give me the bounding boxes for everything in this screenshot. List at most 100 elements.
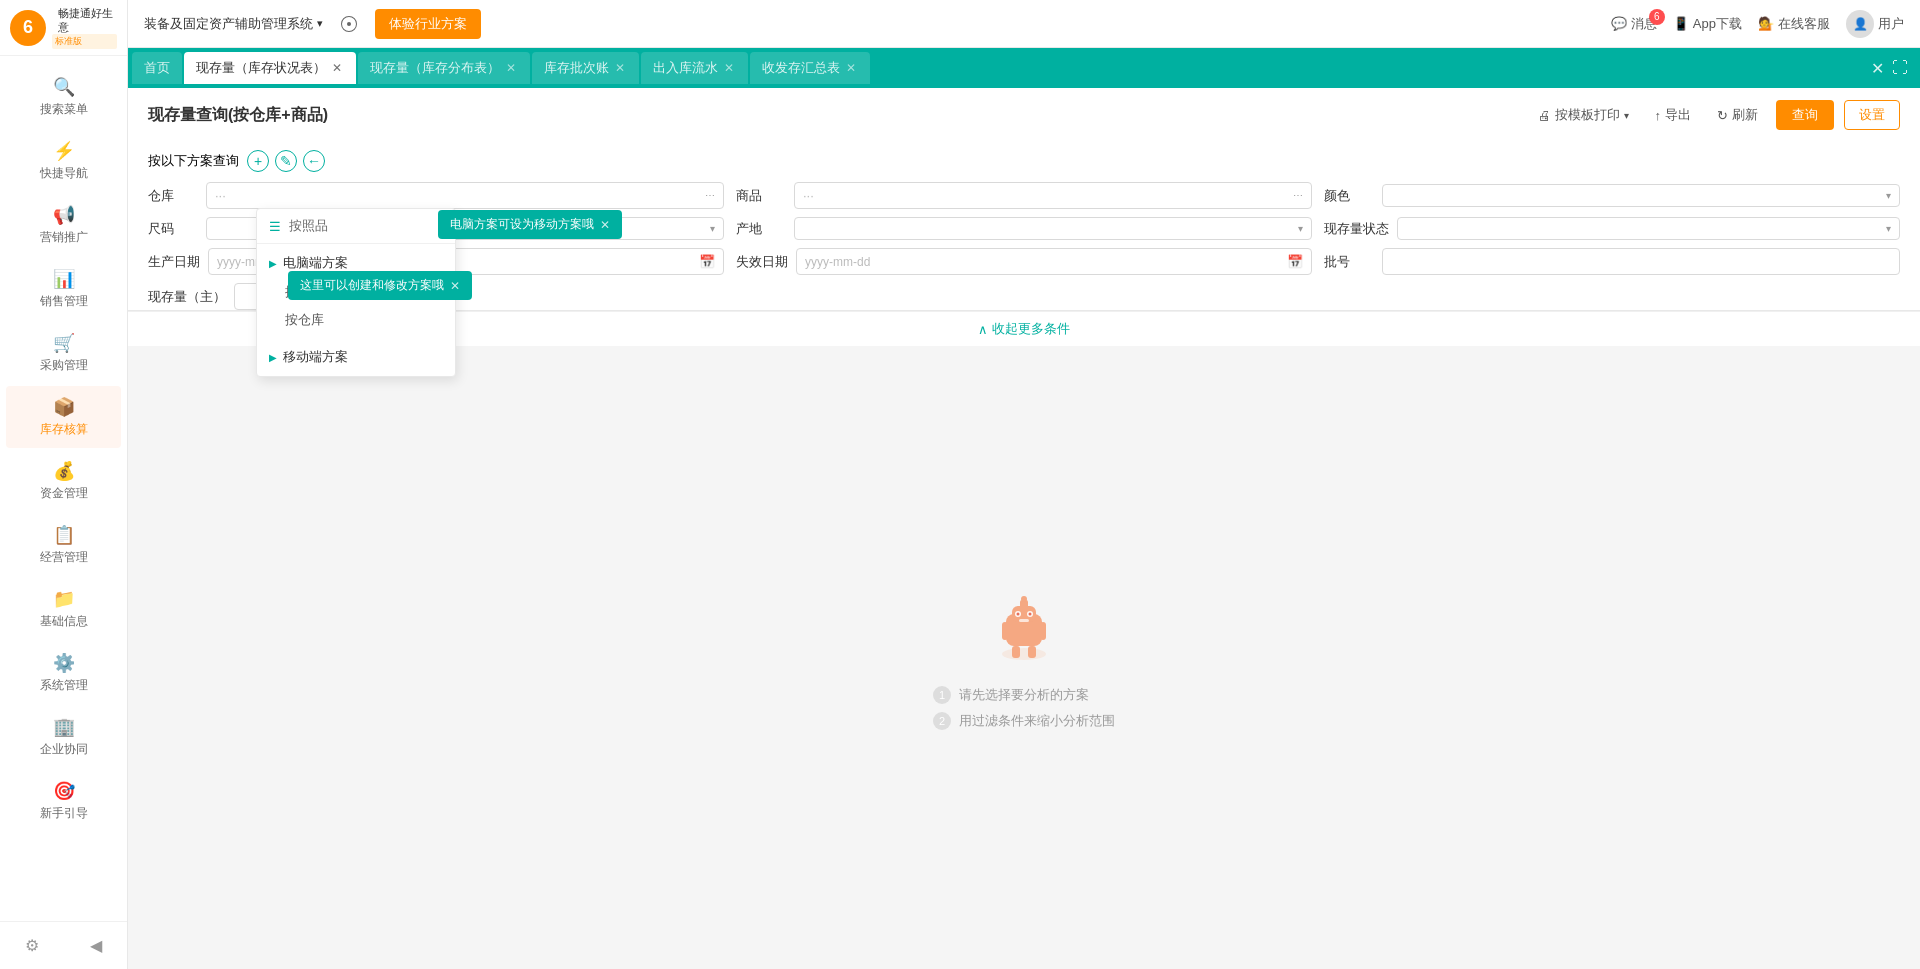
export-btn[interactable]: ↑ 导出 (1647, 102, 1700, 128)
sidebar-item-newbie[interactable]: 🎯 新手引导 (6, 770, 121, 832)
settings-button[interactable]: 设置 (1844, 100, 1900, 130)
tooltip-scheme-edit: 这里可以创建和修改方案哦 ✕ (288, 271, 472, 300)
step-2-text: 用过滤条件来缩小分析范围 (959, 712, 1115, 730)
sidebar: 6 畅捷通好生意 标准版 🔍 搜索菜单 ⚡ 快捷导航 📢 营销推广 📊 销售管理… (0, 0, 128, 969)
goods-select-arrow: ⋯ (1293, 190, 1303, 201)
scheme-group-mobile-toggle[interactable]: ▶ 移动端方案 (257, 342, 455, 372)
sidebar-item-purchase[interactable]: 🛒 采购管理 (6, 322, 121, 384)
filter-field-color: 颜色 ▾ (1324, 184, 1900, 207)
stock-status-select[interactable]: ▾ (1397, 217, 1900, 240)
scheme-expand-icon-mobile: ▶ (269, 352, 277, 363)
sidebar-item-operations[interactable]: 📋 经营管理 (6, 514, 121, 576)
expiry-date-input[interactable]: yyyy-mm-dd 📅 (796, 248, 1312, 275)
app-label: App下载 (1693, 15, 1742, 33)
sidebar-item-search[interactable]: 🔍 搜索菜单 (6, 66, 121, 128)
refresh-label: 刷新 (1732, 106, 1758, 124)
tab-inventory-dist-close[interactable]: ✕ (504, 61, 518, 75)
sidebar-item-basic[interactable]: 📁 基础信息 (6, 578, 121, 640)
avatar-icon: 👤 (1853, 17, 1868, 31)
main-container: 装备及固定资产辅助管理系统 ▾ 体验行业方案 💬 消息 6 📱 App下载 💁 … (128, 0, 1920, 969)
tab-inout-flow[interactable]: 出入库流水 ✕ (641, 52, 748, 84)
tooltip-scheme-edit-close[interactable]: ✕ (450, 279, 460, 293)
svg-point-0 (1002, 648, 1046, 660)
batch-input[interactable] (1382, 248, 1900, 275)
color-select-arrow: ▾ (1886, 190, 1891, 201)
svg-rect-11 (1028, 646, 1036, 658)
message-btn[interactable]: 💬 消息 6 (1611, 15, 1657, 33)
sidebar-item-system[interactable]: ⚙️ 系统管理 (6, 642, 121, 704)
collapse-sidebar-btn[interactable]: ◀ (86, 932, 106, 959)
tab-inventory-batch-close[interactable]: ✕ (613, 61, 627, 75)
sidebar-label-sales: 销售管理 (40, 293, 88, 310)
tab-close-all-btn[interactable]: ✕ (1871, 59, 1884, 78)
sidebar-item-finance[interactable]: 💰 资金管理 (6, 450, 121, 512)
tooltip-scheme-mobile-text: 电脑方案可设为移动方案哦 (450, 216, 594, 233)
tab-inventory-dist[interactable]: 现存量（库存分布表） ✕ (358, 52, 530, 84)
scheme-expand-icon-pc: ▶ (269, 258, 277, 269)
sidebar-item-enterprise[interactable]: 🏢 企业协同 (6, 706, 121, 768)
tab-fullscreen-btn[interactable]: ⛶ (1892, 59, 1908, 77)
empty-illustration (984, 586, 1064, 666)
back-scheme-btn[interactable]: ← (303, 150, 325, 172)
tab-bar-right: ✕ ⛶ (1871, 59, 1916, 78)
sidebar-item-guide[interactable]: ⚡ 快捷导航 (6, 130, 121, 192)
logo-icon: 6 (10, 10, 46, 46)
guide-icon: ⚡ (53, 140, 75, 162)
print-dropdown-icon: ▾ (1624, 110, 1629, 121)
svg-rect-7 (1019, 619, 1029, 622)
warehouse-select[interactable]: ··· ⋯ (206, 182, 724, 209)
sidebar-footer: ⚙ ◀ (0, 921, 127, 969)
calendar-icon-prod: 📅 (699, 254, 715, 269)
search-icon: 🔍 (53, 76, 75, 98)
system-title: 装备及固定资产辅助管理系统 (144, 15, 313, 33)
size-label: 尺码 (148, 220, 198, 238)
logo-badge: 标准版 (52, 34, 117, 49)
export-icon: ↑ (1655, 108, 1662, 123)
tab-receipt-summary[interactable]: 收发存汇总表 ✕ (750, 52, 870, 84)
color-select[interactable]: ▾ (1382, 184, 1900, 207)
user-btn[interactable]: 👤 用户 (1846, 10, 1904, 38)
tooltip-scheme-edit-text: 这里可以创建和修改方案哦 (300, 277, 444, 294)
svg-rect-8 (1002, 622, 1008, 640)
tooltip-scheme-mobile-close[interactable]: ✕ (600, 218, 610, 232)
marketing-icon: 📢 (53, 204, 75, 226)
svg-rect-10 (1012, 646, 1020, 658)
basic-icon: 📁 (53, 588, 75, 610)
tab-inventory-batch[interactable]: 库存批次账 ✕ (532, 52, 639, 84)
industry-plan-button[interactable]: 体验行业方案 (375, 9, 481, 39)
scheme-item-by-warehouse[interactable]: 按仓库 (257, 306, 455, 334)
logo-area: 6 畅捷通好生意 标准版 (0, 0, 127, 56)
tab-inventory-status-close[interactable]: ✕ (330, 61, 344, 75)
tab-inventory-batch-label: 库存批次账 (544, 59, 609, 77)
warehouse-select-arrow: ⋯ (705, 190, 715, 201)
sidebar-item-sales[interactable]: 📊 销售管理 (6, 258, 121, 320)
settings-gear-btn[interactable] (335, 10, 363, 38)
sidebar-label-marketing: 营销推广 (40, 229, 88, 246)
refresh-btn[interactable]: ↻ 刷新 (1709, 102, 1766, 128)
expiry-date-placeholder: yyyy-mm-dd (805, 255, 870, 269)
sidebar-item-inventory[interactable]: 📦 库存核算 (6, 386, 121, 448)
online-service-btn[interactable]: 💁 在线客服 (1758, 15, 1830, 33)
print-btn[interactable]: 🖨 按模板打印 ▾ (1530, 102, 1637, 128)
service-icon: 💁 (1758, 16, 1774, 31)
newbie-icon: 🎯 (53, 780, 75, 802)
tab-inout-flow-close[interactable]: ✕ (722, 61, 736, 75)
sidebar-nav: 🔍 搜索菜单 ⚡ 快捷导航 📢 营销推广 📊 销售管理 🛒 采购管理 📦 库存核… (0, 56, 127, 921)
add-scheme-btn[interactable]: + (247, 150, 269, 172)
user-avatar: 👤 (1846, 10, 1874, 38)
tab-home[interactable]: 首页 (132, 52, 182, 84)
goods-select[interactable]: ··· ⋯ (794, 182, 1312, 209)
header-right: 💬 消息 6 📱 App下载 💁 在线客服 👤 用户 (1611, 10, 1904, 38)
edit-scheme-btn[interactable]: ✎ (275, 150, 297, 172)
app-download-btn[interactable]: 📱 App下载 (1673, 15, 1742, 33)
tab-receipt-summary-close[interactable]: ✕ (844, 61, 858, 75)
tab-inout-flow-label: 出入库流水 (653, 59, 718, 77)
settings-footer-btn[interactable]: ⚙ (21, 932, 43, 959)
tab-inventory-status[interactable]: 现存量（库存状况表） ✕ (184, 52, 356, 84)
expiry-date-label: 失效日期 (736, 253, 788, 271)
query-button[interactable]: 查询 (1776, 100, 1834, 130)
origin-select[interactable]: ▾ (794, 217, 1312, 240)
sidebar-item-marketing[interactable]: 📢 营销推广 (6, 194, 121, 256)
system-title-dropdown[interactable]: 装备及固定资产辅助管理系统 ▾ (144, 15, 323, 33)
sidebar-label-enterprise: 企业协同 (40, 741, 88, 758)
